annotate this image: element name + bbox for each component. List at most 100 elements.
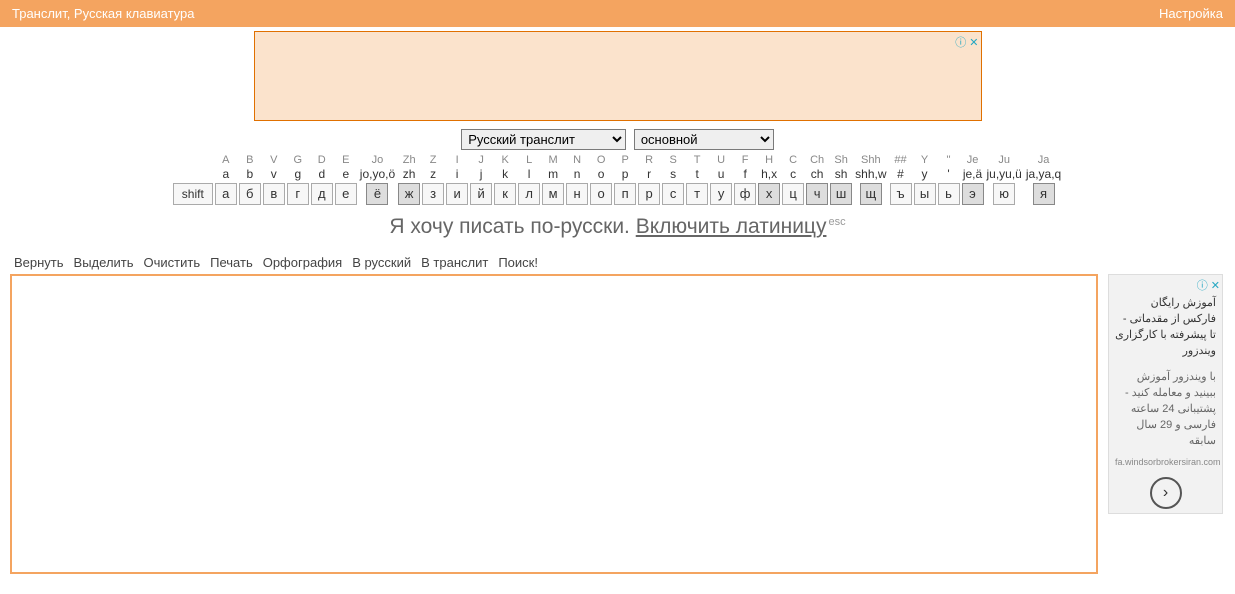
latin-label: n (565, 167, 589, 183)
hint-label: H (757, 154, 781, 167)
key-х[interactable]: х (758, 183, 780, 205)
hint-label: I (445, 154, 469, 167)
hint-label: O (589, 154, 613, 167)
hint-label: D (310, 154, 334, 167)
key-з[interactable]: з (422, 183, 444, 205)
key-в[interactable]: в (263, 183, 285, 205)
hint-label: ## (889, 154, 913, 167)
key-ц[interactable]: ц (782, 183, 804, 205)
latin-label: ju,yu,ü (985, 167, 1024, 183)
key-г[interactable]: г (287, 183, 309, 205)
hint-label: Z (421, 154, 445, 167)
side-ad-body: با ویندزور آموزش ببینید و معامله کنید - … (1115, 369, 1216, 449)
toolbar-Выделить[interactable]: Выделить (74, 255, 134, 270)
latin-label: g (286, 167, 310, 183)
hint-label: L (517, 154, 541, 167)
key-у[interactable]: у (710, 183, 732, 205)
latin-label: y (913, 167, 937, 183)
hint-label: V (262, 154, 286, 167)
key-м[interactable]: м (542, 183, 564, 205)
key-ш[interactable]: ш (830, 183, 852, 205)
toggle-latin-link[interactable]: Включить латиницу (636, 215, 827, 238)
side-ad-close-icon[interactable]: ⓘ ✕ (1197, 277, 1220, 293)
language-select[interactable]: Русский транслит (461, 129, 626, 150)
hint-label: E (334, 154, 358, 167)
toolbar-Очистить[interactable]: Очистить (144, 255, 201, 270)
toolbar-В транслит[interactable]: В транслит (421, 255, 488, 270)
key-д[interactable]: д (311, 183, 333, 205)
key-б[interactable]: б (239, 183, 261, 205)
esc-hint: esc (828, 216, 845, 228)
main-textarea[interactable] (10, 274, 1098, 574)
key-р[interactable]: р (638, 183, 660, 205)
key-ю[interactable]: ю (993, 183, 1015, 205)
latin-label: v (262, 167, 286, 183)
key-а[interactable]: а (215, 183, 237, 205)
toolbar-Вернуть[interactable]: Вернуть (14, 255, 64, 270)
latin-label: shh,w (853, 167, 888, 183)
hint-label: Ch (805, 154, 829, 167)
key-с[interactable]: с (662, 183, 684, 205)
toggle-prefix: Я хочу писать по-русски. (389, 215, 635, 238)
key-ф[interactable]: ф (734, 183, 756, 205)
key-ё[interactable]: ё (366, 183, 388, 205)
hint-label: J (469, 154, 493, 167)
hint-label: F (733, 154, 757, 167)
toolbar-Орфография[interactable]: Орфография (263, 255, 342, 270)
scheme-select[interactable]: основной (634, 129, 774, 150)
key-и[interactable]: и (446, 183, 468, 205)
key-н[interactable]: н (566, 183, 588, 205)
hint-label: S (661, 154, 685, 167)
latin-label: ja,ya,q (1024, 167, 1063, 183)
latin-label: b (238, 167, 262, 183)
key-ъ[interactable]: ъ (890, 183, 912, 205)
key-й[interactable]: й (470, 183, 492, 205)
key-е[interactable]: е (335, 183, 357, 205)
hint-label: M (541, 154, 565, 167)
top-ad-banner[interactable]: ⓘ ✕ (254, 31, 982, 121)
latin-label: # (889, 167, 913, 183)
toolbar-Поиск![interactable]: Поиск! (498, 255, 538, 270)
latin-label: m (541, 167, 565, 183)
latin-label: ch (805, 167, 829, 183)
key-ч[interactable]: ч (806, 183, 828, 205)
hint-label: N (565, 154, 589, 167)
ad-close-icon[interactable]: ⓘ ✕ (955, 34, 978, 50)
key-ь[interactable]: ь (938, 183, 960, 205)
latin-label: l (517, 167, 541, 183)
toolbar-Печать[interactable]: Печать (210, 255, 253, 270)
key-о[interactable]: о (590, 183, 612, 205)
shift-key[interactable]: shift (173, 183, 213, 205)
toolbar-В русский[interactable]: В русский (352, 255, 411, 270)
key-ж[interactable]: ж (398, 183, 420, 205)
text-toolbar: Вернуть Выделить Очистить Печать Орфография В… (0, 255, 1235, 270)
latin-label: je,ä (961, 167, 985, 183)
latin-label: u (709, 167, 733, 183)
key-щ[interactable]: щ (860, 183, 882, 205)
hint-label: K (493, 154, 517, 167)
hint-label: B (238, 154, 262, 167)
latin-label: e (334, 167, 358, 183)
key-п[interactable]: п (614, 183, 636, 205)
key-ы[interactable]: ы (914, 183, 936, 205)
latin-label: d (310, 167, 334, 183)
settings-link[interactable]: Настройка (1159, 6, 1223, 21)
latin-label: a (214, 167, 238, 183)
arrow-right-icon[interactable]: › (1150, 477, 1182, 509)
side-ad[interactable]: ⓘ ✕ آموزش رایگان فارکس از مقدماتی - تا پ… (1108, 274, 1223, 514)
hint-label: U (709, 154, 733, 167)
side-ad-headline: آموزش رایگان فارکس از مقدماتی - تا پیشرف… (1115, 295, 1216, 359)
side-ad-url: fa.windsorbrokersiran.com (1115, 457, 1216, 467)
latin-label: p (613, 167, 637, 183)
toggle-latin-line: Я хочу писать по-русски. Включить латини… (0, 215, 1235, 239)
page-title-link[interactable]: Транслит, Русская клавиатура (12, 6, 195, 21)
key-я[interactable]: я (1033, 183, 1055, 205)
key-т[interactable]: т (686, 183, 708, 205)
key-к[interactable]: к (494, 183, 516, 205)
latin-label: ' (937, 167, 961, 183)
latin-label: sh (829, 167, 853, 183)
hint-label: C (781, 154, 805, 167)
key-л[interactable]: л (518, 183, 540, 205)
latin-label: jo,yo,ö (358, 167, 397, 183)
key-э[interactable]: э (962, 183, 984, 205)
